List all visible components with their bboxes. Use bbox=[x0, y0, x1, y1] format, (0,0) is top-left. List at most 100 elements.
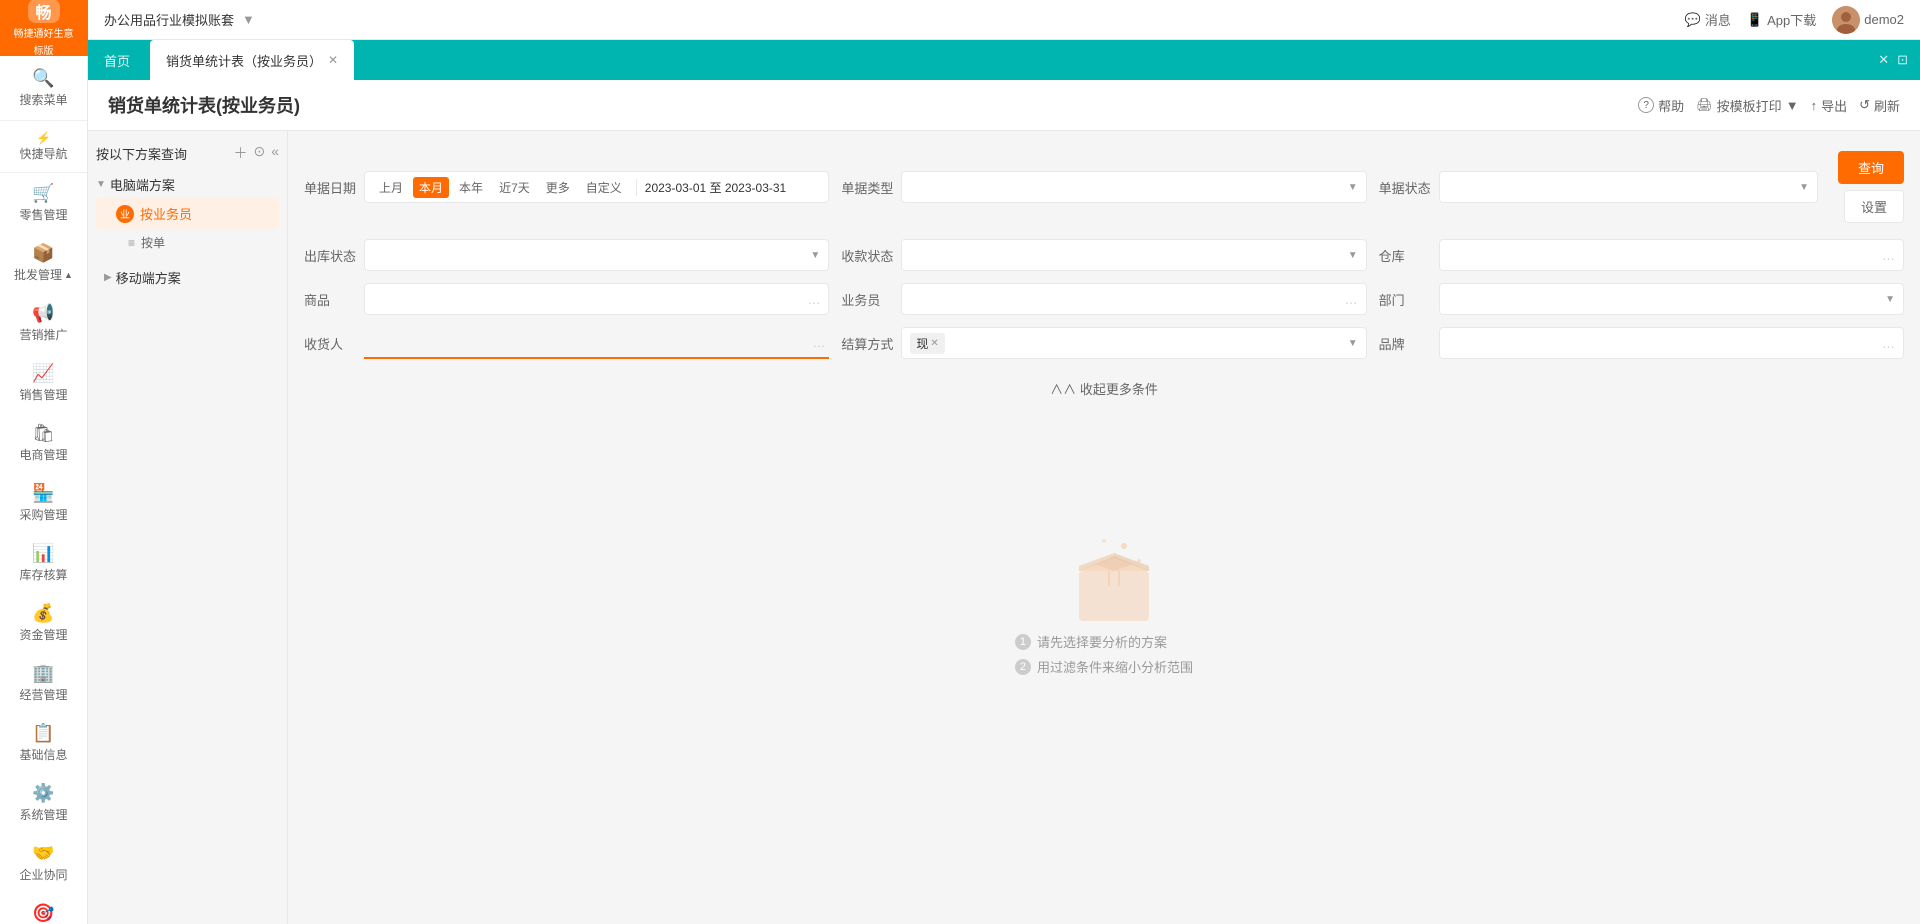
template-print-button[interactable]: 🖨 按模板打印 ▼ bbox=[1696, 96, 1798, 115]
goods-filter-item: 商品 … bbox=[304, 283, 829, 315]
brand-filter-item: 品牌 … bbox=[1379, 327, 1904, 359]
receipt-status-control: ▼ bbox=[901, 239, 1366, 271]
collapse-bar[interactable]: ∧∧ 收起更多条件 bbox=[304, 371, 1904, 406]
sidebar-item-search[interactable]: 🔍 搜索菜单 bbox=[0, 56, 87, 121]
main-area: 办公用品行业模拟账套 ▼ 💬 消息 📱 App下载 demo2 首页 bbox=[88, 0, 1920, 924]
tab-sales-stat[interactable]: 销货单统计表（按业务员） ✕ bbox=[150, 40, 354, 80]
username: demo2 bbox=[1864, 12, 1904, 27]
app-download-label: App下载 bbox=[1767, 10, 1816, 29]
sidebar-item-newbie[interactable]: 🎯 新手引导 bbox=[0, 893, 87, 924]
query-buttons: 查询 设置 bbox=[1838, 147, 1904, 227]
filter-row-3: 商品 … 业务员 … bbox=[304, 283, 1904, 315]
company-dropdown[interactable]: ▼ bbox=[242, 12, 255, 27]
sidebar-item-ecommerce[interactable]: 🛍 电商管理 bbox=[0, 413, 87, 473]
sidebar-item-marketing[interactable]: 📢 营销推广 bbox=[0, 293, 87, 353]
sidebar-item-label: 经营管理 bbox=[19, 686, 67, 703]
date-bar[interactable]: 上月 本月 本年 近7天 更多 自定义 2023-03-01 至 2023-03… bbox=[364, 171, 829, 203]
scheme-sub-item-by-order[interactable]: ≡ 按单 bbox=[96, 229, 279, 256]
sidebar-item-operations[interactable]: 🏢 经营管理 bbox=[0, 653, 87, 713]
sidebar-item-basic[interactable]: 📋 基础信息 bbox=[0, 713, 87, 773]
date-this-month[interactable]: 本月 bbox=[413, 177, 449, 198]
scheme-item-by-salesperson[interactable]: 业 按业务员 bbox=[96, 198, 279, 229]
doc-status-select[interactable]: ▼ bbox=[1439, 171, 1818, 203]
goods-select[interactable]: … bbox=[364, 283, 829, 315]
sidebar-item-retail[interactable]: 🛒 零售管理 bbox=[0, 173, 87, 233]
desktop-scheme-header[interactable]: ▼ 电脑端方案 bbox=[96, 171, 279, 198]
salesperson-select[interactable]: … bbox=[901, 283, 1366, 315]
add-scheme-icon[interactable]: ＋ bbox=[233, 143, 247, 163]
doc-type-select[interactable]: ▼ bbox=[901, 171, 1366, 203]
settings-scheme-icon[interactable]: ⊙ bbox=[253, 143, 265, 163]
out-status-select[interactable]: ▼ bbox=[364, 239, 829, 271]
consignee-dots: … bbox=[812, 335, 825, 350]
query-button[interactable]: 查询 bbox=[1838, 151, 1904, 184]
tab-home[interactable]: 首页 bbox=[88, 40, 146, 80]
page-content: 销货单统计表(按业务员) ? 帮助 🖨 按模板打印 ▼ ↑ 导出 ↺ 刷新 bbox=[88, 80, 1920, 924]
date-custom[interactable]: 自定义 bbox=[580, 177, 628, 198]
date-this-year[interactable]: 本年 bbox=[453, 177, 489, 198]
date-7days[interactable]: 近7天 bbox=[493, 177, 536, 198]
topbar: 办公用品行业模拟账套 ▼ 💬 消息 📱 App下载 demo2 bbox=[88, 0, 1920, 40]
sidebar-item-wholesale[interactable]: 📦 批发管理 ▲ bbox=[0, 233, 87, 293]
filter-row-1: 单据日期 上月 本月 本年 近7天 更多 自定义 2023-03-01 至 20… bbox=[304, 147, 1904, 227]
maximize-icon[interactable]: ⊡ bbox=[1897, 52, 1908, 68]
mobile-scheme-group: ▶ 移动端方案 bbox=[96, 264, 279, 291]
sidebar-nav: 🔍 搜索菜单 ⚡ 快捷导航 🛒 零售管理 📦 批发管理 ▲ 📢 营销推广 📈 销… bbox=[0, 56, 87, 924]
message-label: 消息 bbox=[1705, 10, 1731, 29]
sidebar-item-label: 销售管理 bbox=[19, 386, 67, 403]
brand-select[interactable]: … bbox=[1439, 327, 1904, 359]
app-logo[interactable]: 畅 畅捷通好生意 标版 bbox=[0, 0, 88, 56]
refresh-button[interactable]: ↺ 刷新 bbox=[1859, 96, 1900, 115]
desktop-scheme-group: ▼ 电脑端方案 业 按业务员 ≡ 按单 bbox=[96, 171, 279, 256]
sidebar-item-enterprise[interactable]: 🤝 企业协同 bbox=[0, 833, 87, 893]
user-avatar-area[interactable]: demo2 bbox=[1832, 6, 1904, 34]
logo-subtext: 标版 bbox=[34, 42, 54, 57]
settlement-label: 结算方式 bbox=[841, 334, 893, 353]
sidebar-item-purchase[interactable]: 🏪 采购管理 bbox=[0, 473, 87, 533]
app-download-button[interactable]: 📱 App下载 bbox=[1747, 10, 1816, 29]
scheme-sub-label: 按单 bbox=[141, 234, 165, 251]
doc-status-filter-item: 单据状态 ▼ 查询 设置 bbox=[1379, 147, 1904, 227]
export-button[interactable]: ↑ 导出 bbox=[1811, 96, 1848, 115]
close-window-icon[interactable]: ✕ bbox=[1878, 52, 1889, 68]
brand-dots: … bbox=[1882, 336, 1895, 351]
help-button[interactable]: ? 帮助 bbox=[1638, 96, 1684, 115]
settlement-tag-control[interactable]: 现 ✕ ▼ bbox=[901, 327, 1366, 359]
receipt-status-select[interactable]: ▼ bbox=[901, 239, 1366, 271]
salesperson-dots: … bbox=[1345, 292, 1358, 307]
tab-close-icon[interactable]: ✕ bbox=[328, 53, 338, 67]
message-button[interactable]: 💬 消息 bbox=[1685, 10, 1731, 29]
sidebar-item-sales[interactable]: 📈 销售管理 bbox=[0, 353, 87, 413]
mobile-scheme-header[interactable]: ▶ 移动端方案 bbox=[96, 264, 279, 291]
date-more[interactable]: 更多 bbox=[540, 177, 576, 198]
settlement-tag-close-icon[interactable]: ✕ bbox=[930, 338, 938, 349]
filter-panel: 按以下方案查询 ＋ ⊙ « ▼ 电脑端方案 业 按业务员 bbox=[88, 131, 288, 924]
system-icon: ⚙️ bbox=[32, 783, 54, 804]
desktop-arrow-icon: ▼ bbox=[96, 179, 106, 190]
doc-type-label: 单据类型 bbox=[841, 178, 893, 197]
setting-button[interactable]: 设置 bbox=[1844, 190, 1904, 223]
settlement-filter-item: 结算方式 现 ✕ ▼ bbox=[841, 327, 1366, 359]
sidebar-item-label: 零售管理 bbox=[19, 206, 67, 223]
right-panel: 单据日期 上月 本月 本年 近7天 更多 自定义 2023-03-01 至 20… bbox=[288, 131, 1920, 924]
department-select[interactable]: ▼ bbox=[1439, 283, 1904, 315]
doc-type-arrow-icon: ▼ bbox=[1348, 182, 1358, 193]
sidebar-item-label: 基础信息 bbox=[19, 746, 67, 763]
sidebar-item-inventory[interactable]: 📊 库存核算 bbox=[0, 533, 87, 593]
warehouse-select[interactable]: … bbox=[1439, 239, 1904, 271]
warehouse-label: 仓库 bbox=[1379, 246, 1431, 265]
filter-row-2: 出库状态 ▼ 收款状态 bbox=[304, 239, 1904, 271]
filter-panel-icon-group: ＋ ⊙ « bbox=[233, 143, 279, 163]
consignee-input[interactable]: … bbox=[364, 327, 829, 359]
doc-type-control: ▼ bbox=[901, 171, 1366, 203]
empty-state: 1 请先选择要分析的方案 2 用过滤条件来缩小分析范围 bbox=[304, 406, 1904, 786]
collapse-panel-icon[interactable]: « bbox=[271, 143, 279, 163]
collapse-icon: ∧∧ bbox=[1050, 382, 1076, 397]
retail-icon: 🛒 bbox=[32, 183, 54, 204]
sidebar-item-system[interactable]: ⚙️ 系统管理 bbox=[0, 773, 87, 833]
empty-illustration bbox=[1054, 516, 1154, 616]
sidebar-item-finance[interactable]: 💰 资金管理 bbox=[0, 593, 87, 653]
tab-window-controls: ✕ ⊡ bbox=[1866, 52, 1920, 68]
sidebar-item-quick-nav[interactable]: ⚡ 快捷导航 bbox=[0, 121, 87, 173]
date-last-month[interactable]: 上月 bbox=[373, 177, 409, 198]
